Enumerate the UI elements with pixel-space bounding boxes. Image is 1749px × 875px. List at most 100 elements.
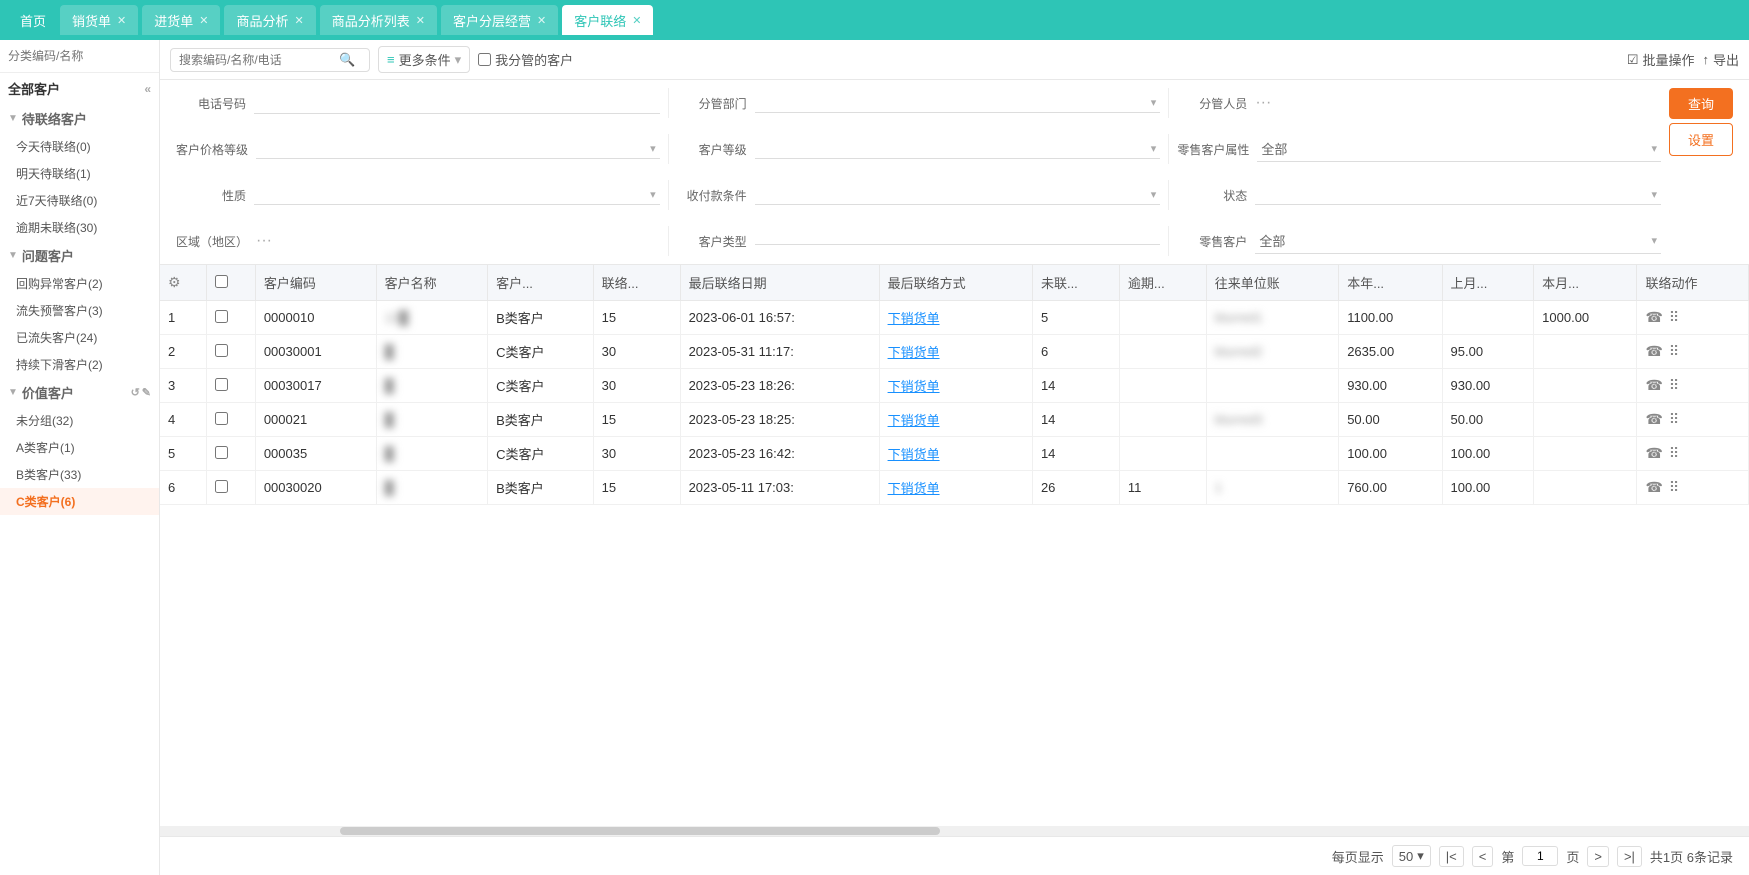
close-icon[interactable]: ✕ xyxy=(537,14,546,27)
nav-home[interactable]: 首页 xyxy=(10,11,56,30)
sidebar-item-lost[interactable]: 已流失客户(24) xyxy=(0,324,159,351)
close-icon[interactable]: ✕ xyxy=(117,14,126,27)
export-btn[interactable]: ↑ 导出 xyxy=(1702,50,1739,69)
sidebar-item-class-b[interactable]: B类客户(33) xyxy=(0,461,159,488)
row-checkbox[interactable] xyxy=(207,335,255,369)
nav-tab-purchase[interactable]: 进货单 ✕ xyxy=(142,5,220,35)
per-page-select[interactable]: 50 ▾ xyxy=(1392,845,1431,867)
settings-button[interactable]: 设置 xyxy=(1669,123,1733,156)
row-last-method[interactable]: 下销货单 xyxy=(879,369,1032,403)
group-problem-customers[interactable]: ▼ 问题客户 xyxy=(0,241,159,270)
batch-action-btn[interactable]: ☑ 批量操作 xyxy=(1627,50,1695,69)
filter-retail2: 零售客户 全部 ▾ xyxy=(1177,228,1661,254)
contact-icon[interactable]: ☎ xyxy=(1645,411,1662,428)
close-icon[interactable]: ✕ xyxy=(295,14,304,27)
scrollbar-thumb[interactable] xyxy=(340,827,940,835)
close-icon[interactable]: ✕ xyxy=(632,14,641,27)
nav-tab-customer-tier[interactable]: 客户分层经营 ✕ xyxy=(441,5,558,35)
edit-icon[interactable]: ✎ xyxy=(142,386,151,399)
my-customers-check[interactable]: 我分管的客户 xyxy=(478,50,573,69)
sidebar-item-class-a[interactable]: A类客户(1) xyxy=(0,434,159,461)
col-checkbox[interactable] xyxy=(207,265,255,301)
close-icon[interactable]: ✕ xyxy=(199,14,208,27)
all-customers-item[interactable]: 全部客户 « xyxy=(0,73,159,104)
row-last-date: 2023-06-01 16:57: xyxy=(680,301,879,335)
col-settings[interactable]: ⚙ xyxy=(160,265,207,301)
sidebar-item-ungroup[interactable]: 未分组(32) xyxy=(0,407,159,434)
row-last-method[interactable]: 下销货单 xyxy=(879,471,1032,505)
my-customers-checkbox[interactable] xyxy=(478,53,491,66)
sidebar-item-7days[interactable]: 近7天待联络(0) xyxy=(0,187,159,214)
row-index: 4 xyxy=(160,403,207,437)
row-checkbox[interactable] xyxy=(207,301,255,335)
row-check[interactable] xyxy=(215,344,228,357)
nav-tab-analysis-list[interactable]: 商品分析列表 ✕ xyxy=(320,5,437,35)
next-page-btn[interactable]: > xyxy=(1587,846,1609,867)
group-value-customers[interactable]: ▼ 价值客户 ↺ ✎ xyxy=(0,378,159,407)
dept-select[interactable]: ▾ xyxy=(755,93,1161,113)
page-input[interactable] xyxy=(1522,846,1558,866)
col-this-year: 本年... xyxy=(1339,265,1442,301)
row-checkbox[interactable] xyxy=(207,403,255,437)
close-icon[interactable]: ✕ xyxy=(416,14,425,27)
manager-dots-btn[interactable]: ··· xyxy=(1255,95,1271,111)
row-last-method[interactable]: 下销货单 xyxy=(879,403,1032,437)
select-all-checkbox[interactable] xyxy=(215,275,228,288)
first-page-btn[interactable]: |< xyxy=(1439,846,1464,867)
row-last-method[interactable]: 下销货单 xyxy=(879,437,1032,471)
row-checkbox[interactable] xyxy=(207,369,255,403)
row-check[interactable] xyxy=(215,412,228,425)
nav-tab-customer-contact[interactable]: 客户联络 ✕ xyxy=(562,5,653,35)
row-last-method[interactable]: 下销货单 xyxy=(879,335,1032,369)
refresh-icon[interactable]: ↺ xyxy=(131,386,140,399)
payment-select[interactable]: ▾ xyxy=(755,185,1161,205)
query-button[interactable]: 查询 xyxy=(1669,88,1733,119)
more-action-icon[interactable]: ⠿ xyxy=(1669,309,1679,326)
sidebar-item-today[interactable]: 今天待联络(0) xyxy=(0,133,159,160)
search-icon[interactable]: 🔍 xyxy=(339,52,355,68)
sidebar-item-abnormal[interactable]: 回购异常客户(2) xyxy=(0,270,159,297)
horizontal-scrollbar[interactable] xyxy=(160,826,1749,836)
more-action-icon[interactable]: ⠿ xyxy=(1669,479,1679,496)
customer-level-select[interactable]: ▾ xyxy=(755,139,1161,159)
contact-icon[interactable]: ☎ xyxy=(1645,445,1662,462)
nav-tab-analysis[interactable]: 商品分析 ✕ xyxy=(224,5,315,35)
sidebar-item-declining[interactable]: 持续下滑客户(2) xyxy=(0,351,159,378)
sidebar-search-input[interactable] xyxy=(8,49,160,63)
row-check[interactable] xyxy=(215,446,228,459)
row-check[interactable] xyxy=(215,480,228,493)
last-page-btn[interactable]: >| xyxy=(1617,846,1642,867)
retail2-select[interactable]: 全部 ▾ xyxy=(1255,228,1661,254)
more-action-icon[interactable]: ⠿ xyxy=(1669,411,1679,428)
status-select[interactable]: ▾ xyxy=(1255,185,1661,205)
customer-type-select[interactable] xyxy=(755,238,1161,245)
nav-tab-sales[interactable]: 销货单 ✕ xyxy=(60,5,138,35)
contact-icon[interactable]: ☎ xyxy=(1645,479,1662,496)
more-action-icon[interactable]: ⠿ xyxy=(1669,445,1679,462)
row-check[interactable] xyxy=(215,310,228,323)
search-input[interactable] xyxy=(179,53,339,67)
more-conditions-btn[interactable]: ≡ 更多条件 ▾ xyxy=(378,46,470,73)
sidebar-item-warning[interactable]: 流失预警客户(3) xyxy=(0,297,159,324)
row-index: 6 xyxy=(160,471,207,505)
row-checkbox[interactable] xyxy=(207,437,255,471)
contact-icon[interactable]: ☎ xyxy=(1645,309,1662,326)
nature-select[interactable]: ▾ xyxy=(254,185,660,205)
price-level-select[interactable]: ▾ xyxy=(256,139,660,159)
row-check[interactable] xyxy=(215,378,228,391)
more-action-icon[interactable]: ⠿ xyxy=(1669,343,1679,360)
row-last-method[interactable]: 下销货单 xyxy=(879,301,1032,335)
sidebar-item-tomorrow[interactable]: 明天待联络(1) xyxy=(0,160,159,187)
group-pending-contact[interactable]: ▼ 待联络客户 xyxy=(0,104,159,133)
sidebar-item-class-c[interactable]: C类客户(6) xyxy=(0,488,159,515)
contact-icon[interactable]: ☎ xyxy=(1645,377,1662,394)
more-action-icon[interactable]: ⠿ xyxy=(1669,377,1679,394)
row-checkbox[interactable] xyxy=(207,471,255,505)
region-dots-btn[interactable]: ··· xyxy=(256,233,272,249)
phone-input[interactable] xyxy=(254,93,660,114)
contact-icon[interactable]: ☎ xyxy=(1645,343,1662,360)
prev-page-btn[interactable]: < xyxy=(1472,846,1494,867)
retail-attr-select[interactable]: 全部 ▾ xyxy=(1257,136,1661,162)
sidebar-item-overdue[interactable]: 逾期未联络(30) xyxy=(0,214,159,241)
row-code: 00030020 xyxy=(255,471,376,505)
